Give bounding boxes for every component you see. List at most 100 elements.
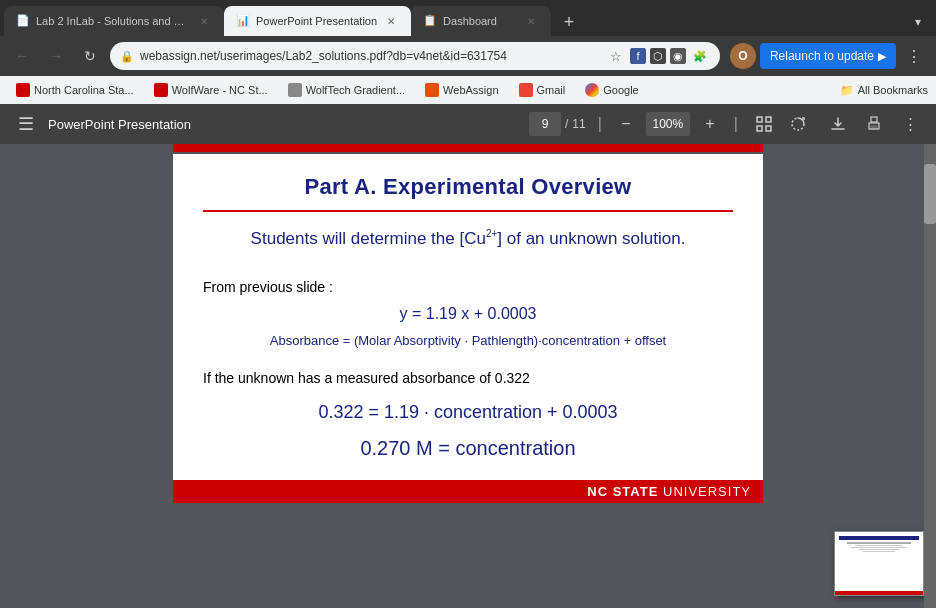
- svg-rect-1: [766, 117, 771, 122]
- svg-rect-6: [871, 126, 877, 129]
- bookmark-star-icon[interactable]: ☆: [606, 46, 626, 66]
- nc-state-label: NC STATE: [587, 484, 658, 499]
- address-text: webassign.net/userimages/Lab2_solutions.…: [140, 49, 600, 63]
- bookmark-webassign[interactable]: WebAssign: [417, 81, 506, 99]
- pdf-separator-2: |: [734, 115, 738, 133]
- reload-button[interactable]: ↻: [76, 42, 104, 70]
- extension-icon-4[interactable]: 🧩: [690, 46, 710, 66]
- right-toolbar: O Relaunch to update ▶ ⋮: [730, 42, 928, 70]
- relaunch-arrow-icon: ▶: [878, 50, 886, 63]
- forward-button[interactable]: →: [42, 42, 70, 70]
- pdf-menu-button[interactable]: ☰: [12, 110, 40, 138]
- bookmark-gmail[interactable]: Gmail: [511, 81, 574, 99]
- bookmark-icon-nc-state: [16, 83, 30, 97]
- security-lock-icon: 🔒: [120, 50, 134, 63]
- slide-content: Part A. Experimental Overview Students w…: [173, 154, 763, 480]
- bookmarks-bar: North Carolina Sta... WolfWare - NC St..…: [0, 76, 936, 104]
- pdf-zoom-display: 100%: [646, 112, 690, 136]
- profile-button[interactable]: O: [730, 43, 756, 69]
- pdf-zoom-out-button[interactable]: −: [614, 112, 638, 136]
- pdf-rotate-button[interactable]: [784, 110, 812, 138]
- svg-rect-2: [757, 126, 762, 131]
- content-area: Part A. Experimental Overview Students w…: [0, 144, 936, 608]
- bookmark-wolfware[interactable]: WolfWare - NC St...: [146, 81, 276, 99]
- pdf-page-input[interactable]: [529, 112, 561, 136]
- tab-close-dashboard[interactable]: ✕: [523, 13, 539, 29]
- chrome-menu-button[interactable]: ⋮: [900, 42, 928, 70]
- equation-1: y = 1.19 x + 0.0003: [203, 305, 733, 323]
- bookmark-wolftech[interactable]: WolfTech Gradient...: [280, 81, 413, 99]
- bookmark-google[interactable]: Google: [577, 81, 646, 99]
- pdf-page-separator: /: [565, 117, 568, 131]
- address-bar[interactable]: 🔒 webassign.net/userimages/Lab2_solution…: [110, 42, 720, 70]
- bookmark-icon-gmail: [519, 83, 533, 97]
- pdf-page-controls: / 11: [529, 112, 586, 136]
- slide: Part A. Experimental Overview Students w…: [173, 154, 763, 503]
- tab-icon-dashboard: 📋: [423, 14, 437, 28]
- scrollbar-thumb[interactable]: [924, 164, 936, 224]
- tab-close-lab2[interactable]: ✕: [196, 13, 212, 29]
- bookmark-label-wolfware: WolfWare - NC St...: [172, 84, 268, 96]
- all-bookmarks-button[interactable]: 📁 All Bookmarks: [840, 84, 928, 97]
- bookmarks-folder-icon: 📁: [840, 84, 854, 97]
- tab-bar: 📄 Lab 2 InLab - Solutions and S... ✕ 📊 P…: [0, 0, 936, 36]
- pdf-title: PowerPoint Presentation: [48, 117, 521, 132]
- bookmark-label-google: Google: [603, 84, 638, 96]
- bookmark-icon-google: [585, 83, 599, 97]
- equation-3: 0.322 = 1.19 · concentration + 0.0003: [203, 402, 733, 423]
- svg-rect-0: [757, 117, 762, 122]
- pdf-total-pages: 11: [572, 117, 585, 131]
- slide-thumbnail: [834, 531, 924, 596]
- equation-2: Absorbance = (Molar Absorptivity · Pathl…: [203, 333, 733, 348]
- bookmark-label-nc-state: North Carolina Sta...: [34, 84, 134, 96]
- browser-frame: 📄 Lab 2 InLab - Solutions and S... ✕ 📊 P…: [0, 0, 936, 608]
- main-question: Students will determine the [Cu2+] of an…: [203, 228, 733, 249]
- bookmark-icon-webassign: [425, 83, 439, 97]
- extension-icon-1[interactable]: f: [630, 48, 646, 64]
- result: 0.270 M = concentration: [203, 437, 733, 460]
- back-button[interactable]: ←: [8, 42, 36, 70]
- bookmark-icon-wolfware: [154, 83, 168, 97]
- svg-rect-3: [766, 126, 771, 131]
- bookmark-label-webassign: WebAssign: [443, 84, 498, 96]
- tab-dashboard[interactable]: 📋 Dashboard ✕: [411, 6, 551, 36]
- tab-title-dashboard: Dashboard: [443, 15, 517, 27]
- extension-icon-3[interactable]: ◉: [670, 48, 686, 64]
- all-bookmarks-label: All Bookmarks: [858, 84, 928, 96]
- new-tab-button[interactable]: +: [555, 8, 583, 36]
- pdf-right-icons: [750, 110, 812, 138]
- bookmark-label-wolftech: WolfTech Gradient...: [306, 84, 405, 96]
- tab-icon-powerpoint: 📊: [236, 14, 250, 28]
- address-bar-row: ← → ↻ 🔒 webassign.net/userimages/Lab2_so…: [0, 36, 936, 76]
- nc-state-text: NC STATE UNIVERSITY: [587, 484, 751, 499]
- tab-title-powerpoint: PowerPoint Presentation: [256, 15, 377, 27]
- scrollbar-track[interactable]: [924, 144, 936, 608]
- slide-header: Part A. Experimental Overview: [203, 174, 733, 212]
- relaunch-button[interactable]: Relaunch to update ▶: [760, 43, 896, 69]
- bookmark-label-gmail: Gmail: [537, 84, 566, 96]
- relaunch-label: Relaunch to update: [770, 49, 874, 63]
- tab-icon-lab2: 📄: [16, 14, 30, 28]
- pdf-fit-page-button[interactable]: [750, 110, 778, 138]
- pdf-more-button[interactable]: ⋮: [896, 110, 924, 138]
- pdf-zoom-in-button[interactable]: +: [698, 112, 722, 136]
- tab-title-lab2: Lab 2 InLab - Solutions and S...: [36, 15, 190, 27]
- pdf-download-button[interactable]: [824, 110, 852, 138]
- top-red-bar: [173, 144, 763, 152]
- tab-bar-expand-button[interactable]: ▾: [904, 8, 932, 36]
- from-previous-label: From previous slide :: [203, 279, 733, 295]
- pdf-toolbar: ☰ PowerPoint Presentation / 11 | − 100% …: [0, 104, 936, 144]
- if-statement: If the unknown has a measured absorbance…: [203, 370, 733, 386]
- bookmark-icon-wolftech: [288, 83, 302, 97]
- pdf-print-button[interactable]: [860, 110, 888, 138]
- nc-state-footer: NC STATE UNIVERSITY: [173, 480, 763, 503]
- tab-powerpoint[interactable]: 📊 PowerPoint Presentation ✕: [224, 6, 411, 36]
- extension-icon-2[interactable]: ⬡: [650, 48, 666, 64]
- tab-lab2[interactable]: 📄 Lab 2 InLab - Solutions and S... ✕: [4, 6, 224, 36]
- slide-title: Part A. Experimental Overview: [203, 174, 733, 200]
- address-icons: ☆ f ⬡ ◉ 🧩: [606, 46, 710, 66]
- tab-close-powerpoint[interactable]: ✕: [383, 13, 399, 29]
- svg-rect-5: [871, 117, 877, 122]
- university-label: UNIVERSITY: [658, 484, 751, 499]
- bookmark-nc-state[interactable]: North Carolina Sta...: [8, 81, 142, 99]
